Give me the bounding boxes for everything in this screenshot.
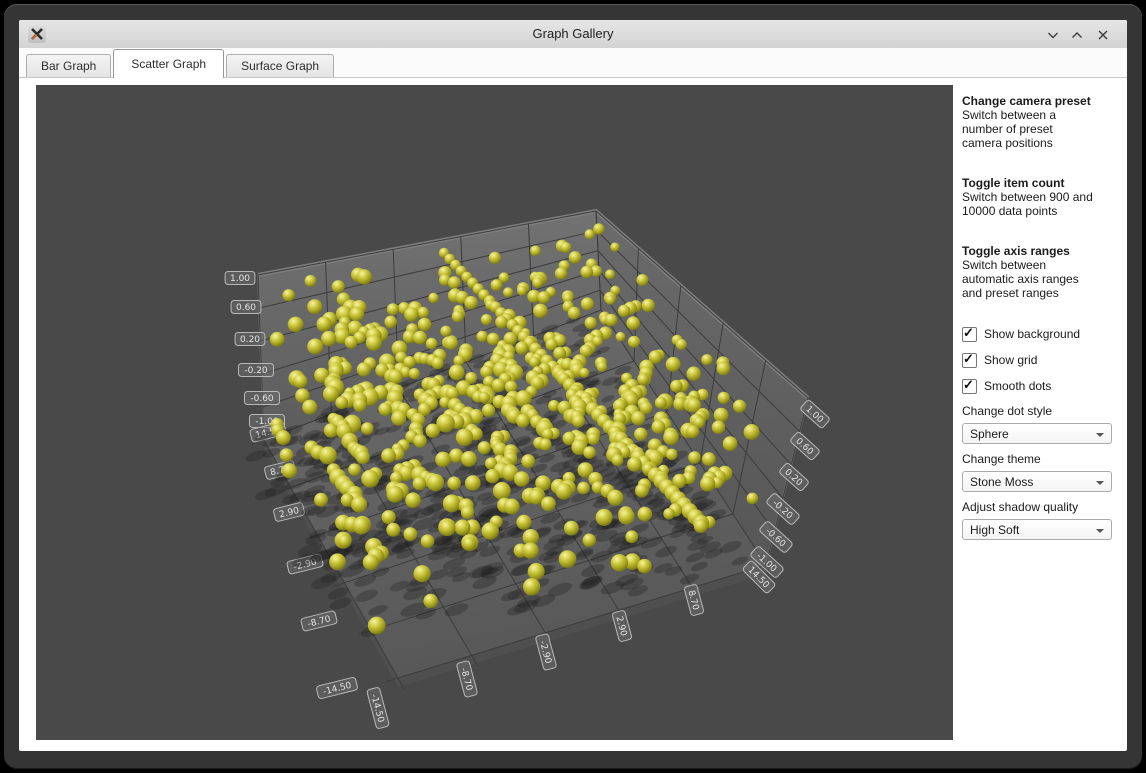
select-label: Change dot style [962, 404, 1053, 418]
chevron-up-icon [1072, 32, 1082, 38]
window-title: Graph Gallery [532, 26, 614, 41]
scatter-3d-view[interactable]: 1.00 0.60 0.20 -0.20 -0.60 -1.00 14.50 8.70 2.90… [36, 85, 953, 740]
chevron-down-icon [1048, 32, 1058, 39]
action-toggle-axis-ranges[interactable]: Toggle axis ranges Switch between automati… [962, 244, 1121, 300]
checkmark-icon: ✓ [963, 376, 974, 392]
checkbox-label: Smooth dots [984, 379, 1052, 393]
tab-surface-graph[interactable]: Surface Graph [226, 54, 335, 77]
control-panel: Change camera preset Switch between a numb… [953, 85, 1127, 740]
checkmark-icon: ✓ [963, 324, 974, 340]
action-description-line: Switch between 900 and [962, 190, 1093, 204]
action-title: Change camera preset [962, 94, 1091, 108]
action-description-line: camera positions [962, 136, 1053, 150]
close-icon [1098, 30, 1108, 40]
tab-scatter-graph[interactable]: Scatter Graph [113, 49, 225, 78]
select-change-theme[interactable]: Stone Moss [962, 471, 1112, 492]
checkmark-icon: ✓ [963, 350, 974, 366]
action-change-camera-preset[interactable]: Change camera preset Switch between a numb… [962, 94, 1121, 150]
svg-text:0.20: 0.20 [240, 335, 260, 345]
action-description-line: number of preset [962, 122, 1053, 136]
axis-label: 1.00 [224, 271, 256, 285]
checkbox-box[interactable]: ✓ [962, 324, 977, 342]
svg-text:1.00: 1.00 [230, 274, 250, 284]
select-adjust-shadow-quality[interactable]: High Soft [962, 519, 1112, 540]
select-value: High Soft [970, 522, 1020, 537]
chevron-down-icon [1096, 481, 1104, 489]
scatter-scene: 1.000.600.20-0.20-0.60-1.0014.508.702.90… [36, 85, 953, 740]
checkbox-show-background[interactable]: ✓ Show background [962, 324, 1121, 342]
action-description-line: Switch between a [962, 108, 1057, 122]
checkbox-label: Show background [984, 327, 1081, 341]
checkbox-box[interactable]: ✓ [962, 350, 977, 368]
select-value: Stone Moss [970, 474, 1034, 489]
close-button[interactable] [1095, 27, 1111, 43]
title-bar[interactable]: Graph Gallery [19, 20, 1127, 49]
action-description-line: Switch between [962, 258, 1047, 272]
maximize-button[interactable] [1069, 27, 1085, 43]
checkbox-show-grid[interactable]: ✓ Show grid [962, 350, 1121, 368]
action-title: Toggle item count [962, 176, 1065, 190]
axis-label: 0.20 [234, 332, 266, 346]
tab-bar-graph[interactable]: Bar Graph [26, 54, 112, 77]
axis-label: -0.20 [238, 363, 274, 377]
svg-text:-0.60: -0.60 [250, 394, 274, 404]
select-value: Sphere [970, 426, 1009, 441]
chevron-down-icon [1096, 529, 1104, 537]
tab-bar: Bar Graph Scatter Graph Surface Graph [19, 48, 1127, 78]
action-title: Toggle axis ranges [962, 244, 1070, 258]
svg-text:-0.20: -0.20 [244, 366, 268, 376]
svg-text:0.60: 0.60 [236, 303, 256, 313]
action-toggle-item-count[interactable]: Toggle item count Switch between 900 and 1… [962, 176, 1121, 218]
action-description-line: 10000 data points [962, 204, 1058, 218]
checkbox-box[interactable]: ✓ [962, 376, 977, 394]
action-description-line: and preset ranges [962, 286, 1059, 300]
select-label: Adjust shadow quality [962, 500, 1079, 514]
chevron-down-icon [1096, 433, 1104, 441]
select-label: Change theme [962, 452, 1041, 466]
checkbox-label: Show grid [984, 353, 1038, 367]
select-change-dot-style[interactable]: Sphere [962, 423, 1112, 444]
axis-label: -0.60 [244, 391, 280, 405]
action-description-line: automatic axis ranges [962, 272, 1079, 286]
app-window: Graph Gallery Bar Graph Scatter Graph Surf… [19, 20, 1127, 751]
minimize-button[interactable] [1045, 27, 1061, 43]
checkbox-smooth-dots[interactable]: ✓ Smooth dots [962, 376, 1121, 394]
axis-label: 0.60 [230, 300, 262, 314]
